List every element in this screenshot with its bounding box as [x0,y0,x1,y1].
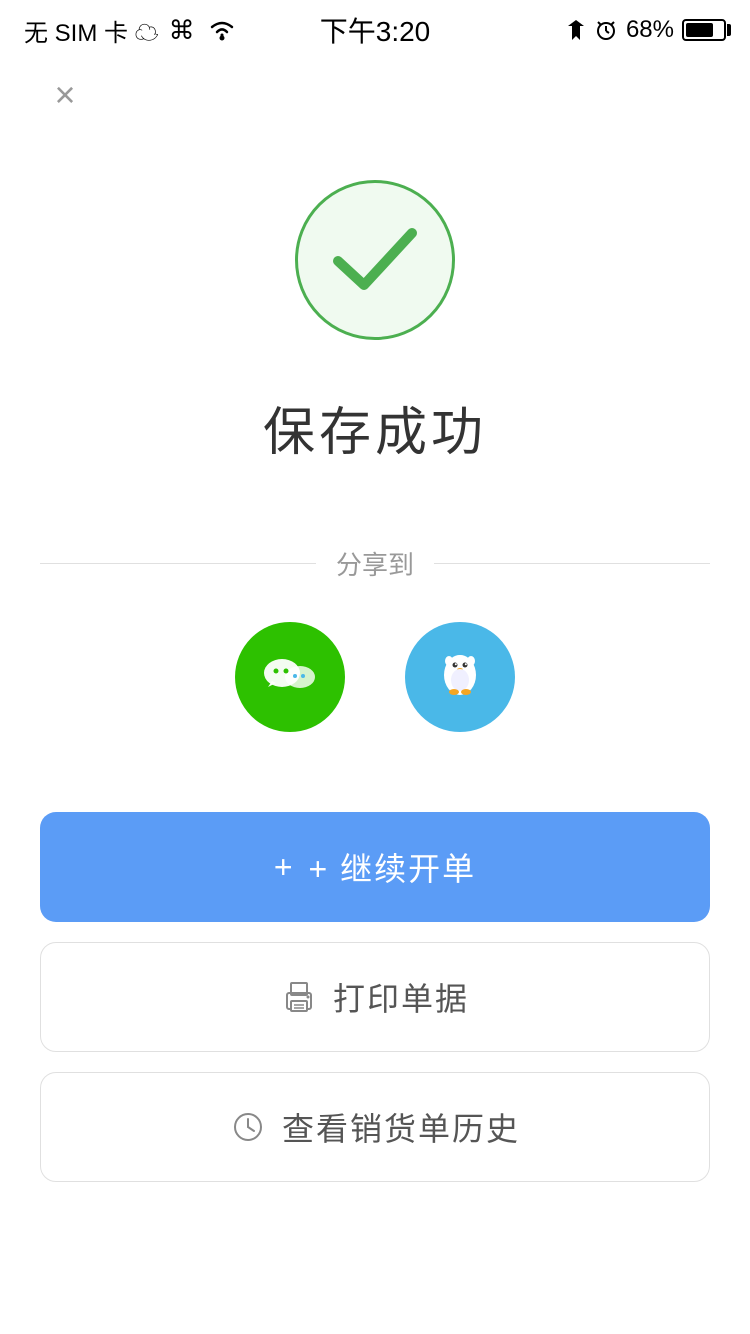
success-circle [295,180,455,340]
wifi-symbol [205,17,239,43]
sim-text: 无 SIM 卡 ☁ [24,13,159,48]
wechat-icon [258,645,322,709]
plus-icon: + [274,849,293,886]
alarm-icon [594,18,618,42]
qq-share-button[interactable] [405,622,515,732]
qq-icon [428,645,492,709]
history-button[interactable]: 查看销货单历史 [40,1072,710,1182]
print-icon [281,979,317,1015]
continue-button[interactable]: + + 继续开单 [40,812,710,922]
share-divider: 分享到 [0,545,750,582]
success-section: 保存成功 [263,180,487,465]
status-time: 下午3:20 [320,10,431,50]
continue-label: + 继续开单 [309,844,477,890]
status-right: 68% [566,16,726,44]
wifi-icon: ⌘ [169,15,195,46]
battery-icon [682,19,726,41]
close-button[interactable]: × [40,70,90,120]
history-icon [230,1109,266,1145]
location-icon [566,18,586,42]
share-section: 分享到 [0,545,750,792]
status-bar: 无 SIM 卡 ☁ ⌘ 下午3:20 68% [0,0,750,60]
action-buttons: + + 继续开单 打印单据 查看销货单历史 [0,812,750,1182]
print-button[interactable]: 打印单据 [40,942,710,1052]
share-label: 分享到 [316,545,434,582]
success-title: 保存成功 [263,390,487,465]
close-icon: × [54,77,75,113]
history-label: 查看销货单历史 [282,1104,520,1150]
divider-line-left [40,563,316,564]
divider-line-right [434,563,710,564]
status-left: 无 SIM 卡 ☁ ⌘ [24,13,239,48]
share-icons [235,622,515,732]
main-content: 保存成功 分享到 [0,60,750,1202]
checkmark-icon [330,225,420,295]
wechat-share-button[interactable] [235,622,345,732]
battery-percentage: 68% [626,16,674,44]
print-label: 打印单据 [333,974,469,1020]
